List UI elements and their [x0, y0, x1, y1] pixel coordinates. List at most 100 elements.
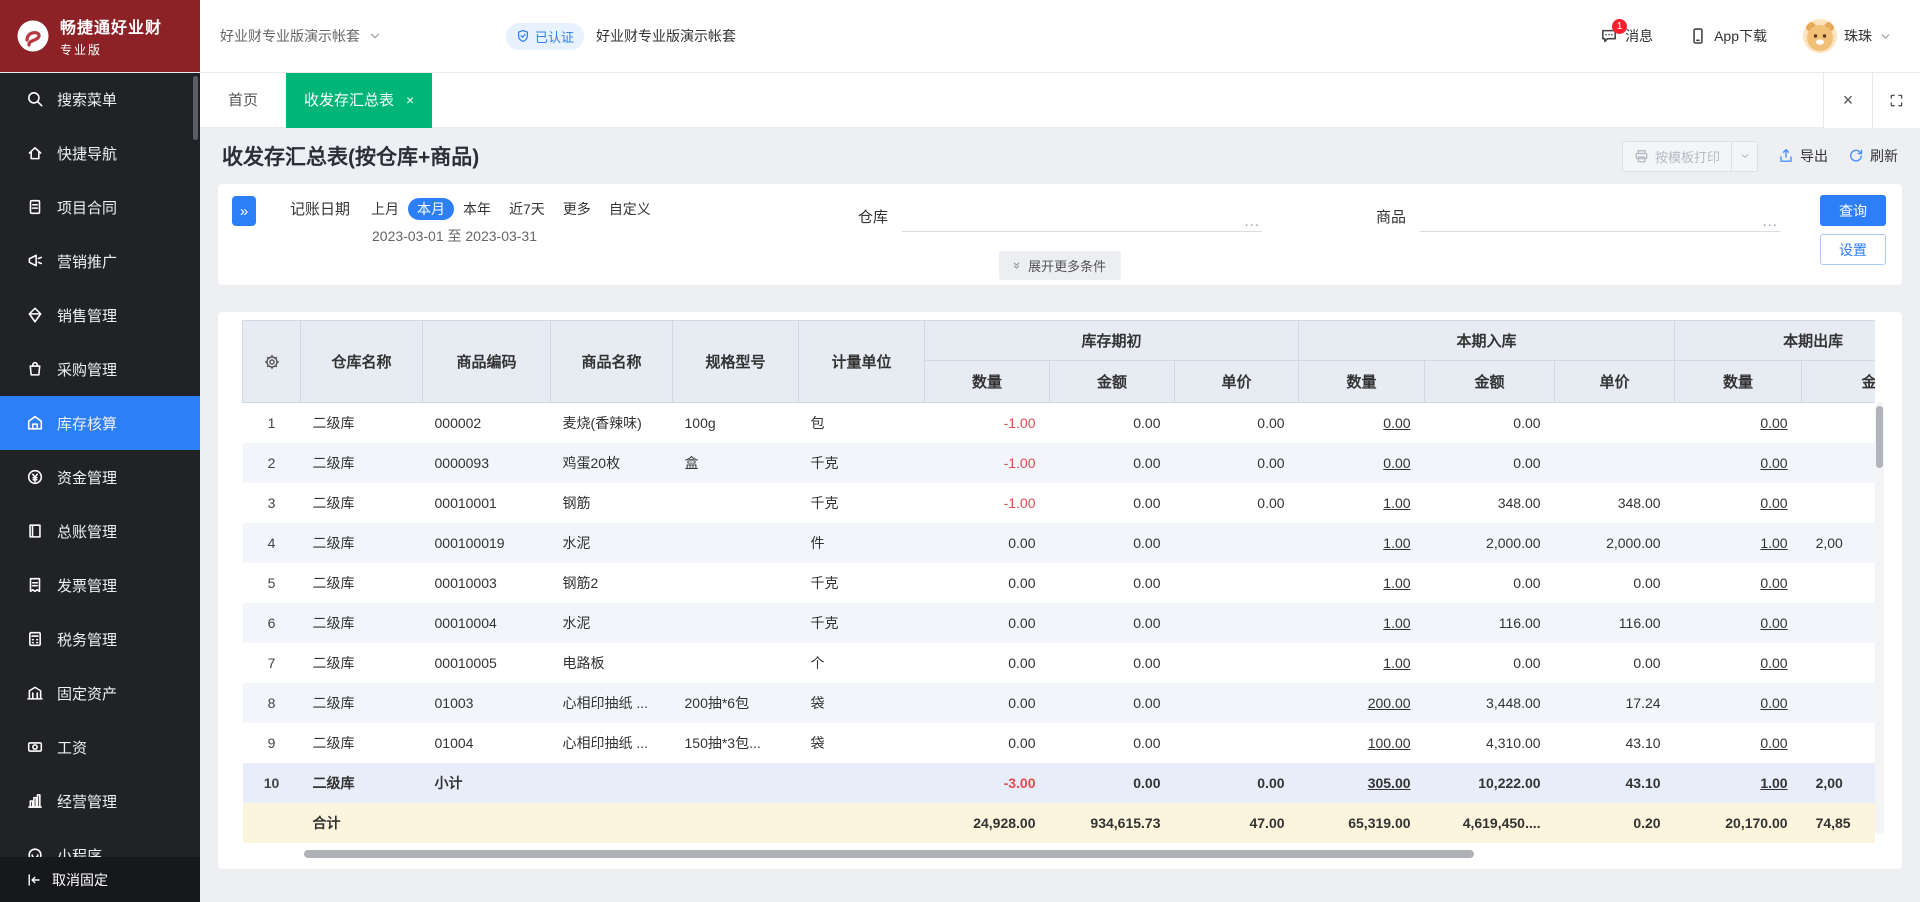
- table-row[interactable]: 9二级库01004心相印抽纸 ...150抽*3包...袋0.000.00100…: [243, 723, 1876, 763]
- settings-button[interactable]: 设置: [1820, 234, 1886, 265]
- fullscreen-button[interactable]: [1872, 72, 1920, 128]
- vertical-scrollbar-thumb[interactable]: [1876, 406, 1883, 468]
- horizontal-scrollbar-thumb[interactable]: [304, 850, 1474, 858]
- cell-value: 0.00: [1257, 495, 1284, 511]
- sidebar-item-inventory[interactable]: 库存核算: [0, 396, 200, 450]
- cell-unit: 袋: [799, 683, 925, 723]
- tab-summary-report[interactable]: 收发存汇总表 ×: [286, 72, 432, 128]
- drilldown-link[interactable]: 1.00: [1383, 495, 1410, 511]
- expand-filter-button[interactable]: »: [232, 196, 256, 226]
- table-row[interactable]: 4二级库000100019水泥件0.000.001.002,000.002,00…: [243, 523, 1876, 563]
- sidebar-item-fixed-assets[interactable]: 固定资产: [0, 666, 200, 720]
- cell-value: 0.00: [1513, 415, 1540, 431]
- table-row[interactable]: 7二级库00010005电路板个0.000.001.000.000.000.00: [243, 643, 1876, 683]
- cell-warehouse: 二级库: [301, 443, 423, 483]
- sidebar-item-marketing[interactable]: 营销推广: [0, 234, 200, 288]
- cell-value: 0.00: [1133, 775, 1160, 791]
- horizontal-scrollbar[interactable]: [242, 850, 1875, 858]
- cell-value: 0.00: [1257, 455, 1284, 471]
- cell-value: 0.00: [1133, 455, 1160, 471]
- warehouse-more-button[interactable]: ...: [1245, 214, 1261, 229]
- query-button[interactable]: 查询: [1820, 195, 1886, 226]
- product-more-button[interactable]: ...: [1763, 214, 1779, 229]
- sidebar-item-mini-program[interactable]: 小程序: [0, 828, 200, 857]
- sidebar-item-tax[interactable]: 税务管理: [0, 612, 200, 666]
- print-dropdown-button[interactable]: [1732, 141, 1758, 172]
- product-input[interactable]: ...: [1420, 204, 1780, 232]
- drilldown-link[interactable]: 0.00: [1383, 455, 1410, 471]
- print-by-template-button[interactable]: 按模板打印: [1622, 141, 1758, 172]
- export-button[interactable]: 导出: [1778, 146, 1828, 166]
- cell-value: 0.00: [1633, 575, 1660, 591]
- drilldown-link[interactable]: 0.00: [1760, 615, 1787, 631]
- sidebar-item-label: 工资: [57, 737, 87, 758]
- drilldown-link[interactable]: 0.00: [1760, 735, 1787, 751]
- refresh-icon: [1848, 148, 1864, 164]
- topbar: 畅捷通好业财 专业版 好业财专业版演示帐套 已认证 好业财专业版演示帐套 1 消…: [0, 0, 1920, 72]
- col-header: 商品编码: [423, 321, 551, 403]
- drilldown-link[interactable]: 1.00: [1383, 615, 1410, 631]
- date-option[interactable]: 近7天: [500, 198, 554, 220]
- table-row[interactable]: 2二级库0000093鸡蛋20枚盒千克-1.000.000.000.000.00…: [243, 443, 1876, 483]
- drilldown-link[interactable]: 0.00: [1760, 455, 1787, 471]
- date-option[interactable]: 本月: [408, 198, 454, 220]
- sidebar-item-search-menu[interactable]: 搜索菜单: [0, 72, 200, 126]
- expand-more-conditions-button[interactable]: » 展开更多条件: [999, 251, 1121, 280]
- table-row[interactable]: 3二级库00010001钢筋千克-1.000.000.001.00348.003…: [243, 483, 1876, 523]
- sidebar-scrollbar[interactable]: [193, 76, 198, 140]
- drilldown-link[interactable]: 1.00: [1383, 535, 1410, 551]
- account-set-selector[interactable]: 好业财专业版演示帐套: [220, 26, 480, 46]
- table-row[interactable]: 6二级库00010004水泥千克0.000.001.00116.00116.00…: [243, 603, 1876, 643]
- drilldown-link[interactable]: 0.00: [1760, 695, 1787, 711]
- sidebar-item-business[interactable]: 经营管理: [0, 774, 200, 828]
- tab-close-icon[interactable]: ×: [406, 92, 414, 108]
- table-row[interactable]: 8二级库01003心相印抽纸 ...200抽*6包袋0.000.00200.00…: [243, 683, 1876, 723]
- account-set-name: 好业财专业版演示帐套: [596, 26, 736, 46]
- app-download-button[interactable]: App下载: [1689, 26, 1767, 46]
- date-option[interactable]: 自定义: [600, 198, 660, 220]
- promo-icon: [26, 252, 44, 270]
- sidebar-item-project-contract[interactable]: 项目合同: [0, 180, 200, 234]
- warehouse-input[interactable]: ...: [902, 204, 1262, 232]
- table-row[interactable]: 5二级库00010003钢筋2千克0.000.001.000.000.000.0…: [243, 563, 1876, 603]
- messages-button[interactable]: 1 消息: [1600, 26, 1653, 46]
- date-option[interactable]: 更多: [554, 198, 600, 220]
- drilldown-link[interactable]: 100.00: [1368, 735, 1411, 751]
- cell-name: 水泥: [551, 603, 673, 643]
- drilldown-link[interactable]: 1.00: [1760, 535, 1787, 551]
- drilldown-link[interactable]: 1.00: [1383, 575, 1410, 591]
- table-row[interactable]: 10二级库小计-3.000.000.00305.0010,222.0043.10…: [243, 763, 1876, 803]
- user-menu[interactable]: 珠珠: [1803, 19, 1892, 53]
- cell-value: -3.00: [1004, 775, 1036, 791]
- refresh-button[interactable]: 刷新: [1848, 146, 1898, 166]
- date-option[interactable]: 上月: [362, 198, 408, 220]
- close-all-tabs-button[interactable]: ×: [1824, 72, 1872, 128]
- drilldown-link[interactable]: 0.00: [1760, 415, 1787, 431]
- column-settings-button[interactable]: [243, 321, 301, 403]
- sidebar-item-sales[interactable]: 销售管理: [0, 288, 200, 342]
- sidebar-item-ledger[interactable]: 总账管理: [0, 504, 200, 558]
- sidebar-item-salary[interactable]: 工资: [0, 720, 200, 774]
- vertical-scrollbar[interactable]: [1875, 402, 1884, 834]
- unpin-sidebar-button[interactable]: 取消固定: [0, 857, 200, 902]
- drilldown-link[interactable]: 1.00: [1760, 775, 1787, 791]
- drilldown-link[interactable]: 200.00: [1368, 695, 1411, 711]
- date-option[interactable]: 本年: [454, 198, 500, 220]
- sidebar-item-quick-nav[interactable]: 快捷导航: [0, 126, 200, 180]
- drilldown-link[interactable]: 1.00: [1383, 655, 1410, 671]
- cell-value: 0.00: [1133, 655, 1160, 671]
- sidebar-item-purchase[interactable]: 采购管理: [0, 342, 200, 396]
- drilldown-link[interactable]: 0.00: [1760, 495, 1787, 511]
- drilldown-link[interactable]: 305.00: [1368, 775, 1411, 791]
- certified-badge: 已认证: [506, 23, 584, 50]
- sidebar-item-funds[interactable]: 资金管理: [0, 450, 200, 504]
- drilldown-link[interactable]: 0.00: [1760, 655, 1787, 671]
- drilldown-link[interactable]: 0.00: [1383, 415, 1410, 431]
- tab-home[interactable]: 首页: [200, 89, 286, 110]
- table-row[interactable]: 1二级库000002麦烧(香辣味)100g包-1.000.000.000.000…: [243, 403, 1876, 443]
- sidebar-item-invoice[interactable]: 发票管理: [0, 558, 200, 612]
- search-icon: [26, 90, 44, 108]
- drilldown-link[interactable]: 0.00: [1760, 575, 1787, 591]
- page-title: 收发存汇总表(按仓库+商品): [222, 141, 479, 171]
- warehouse-filter-label: 仓库: [858, 206, 888, 232]
